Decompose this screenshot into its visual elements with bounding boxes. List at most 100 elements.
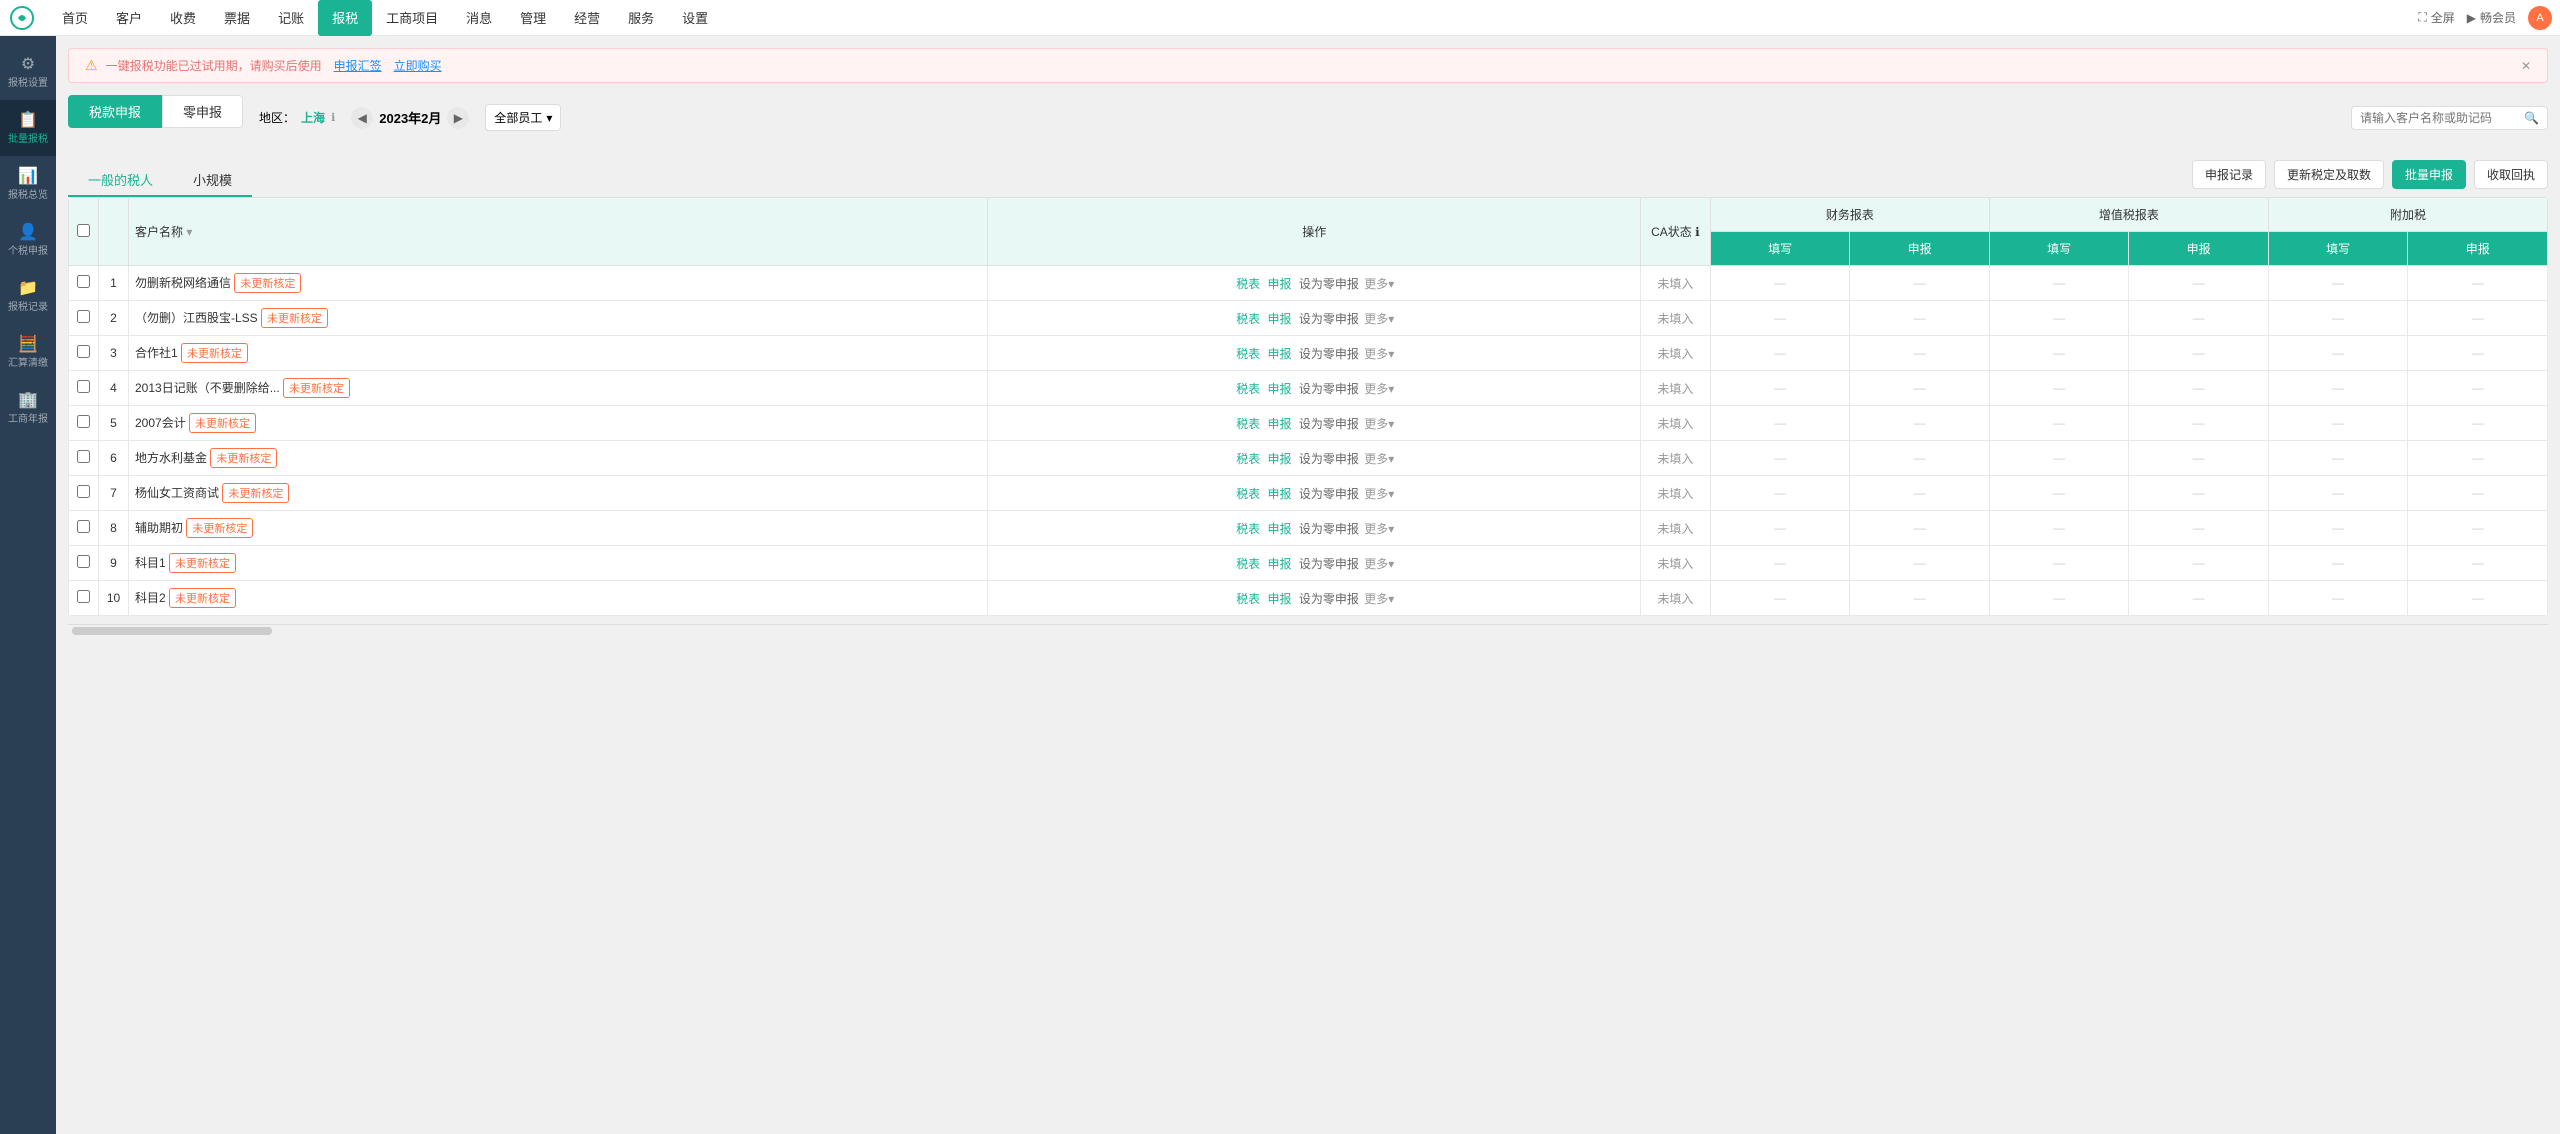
op-tax-form[interactable]: 税表 <box>1236 312 1260 326</box>
row-checkbox[interactable] <box>69 301 99 336</box>
op-set-zero[interactable]: 设为零申报 <box>1299 522 1359 536</box>
prev-month-button[interactable]: ◀ <box>351 107 373 129</box>
search-input[interactable] <box>2360 111 2520 125</box>
op-tax-form[interactable]: 税表 <box>1236 487 1260 501</box>
sidebar-item-individual-tax[interactable]: 👤 个税申报 <box>0 212 56 268</box>
search-icon[interactable]: 🔍 <box>2524 111 2539 125</box>
user-avatar[interactable]: A <box>2528 6 2552 30</box>
info-icon[interactable]: ℹ <box>331 111 335 124</box>
row-select-checkbox[interactable] <box>77 520 90 533</box>
scrollbar-thumb[interactable] <box>72 627 272 635</box>
op-tax-form[interactable]: 税表 <box>1236 557 1260 571</box>
nav-home[interactable]: 首页 <box>48 0 102 36</box>
sidebar-item-tax-records[interactable]: 📁 报税记录 <box>0 268 56 324</box>
op-declare[interactable]: 申报 <box>1268 452 1292 466</box>
op-tax-form[interactable]: 税表 <box>1236 347 1260 361</box>
op-more[interactable]: 更多▾ <box>1364 312 1394 326</box>
row-checkbox[interactable] <box>69 406 99 441</box>
batch-declare-button[interactable]: 批量申报 <box>2392 160 2466 189</box>
row-checkbox[interactable] <box>69 581 99 616</box>
row-checkbox[interactable] <box>69 476 99 511</box>
select-all-checkbox[interactable] <box>77 224 90 237</box>
op-more[interactable]: 更多▾ <box>1364 382 1394 396</box>
op-set-zero[interactable]: 设为零申报 <box>1299 592 1359 606</box>
op-declare[interactable]: 申报 <box>1268 312 1292 326</box>
retrieve-return-button[interactable]: 收取回执 <box>2474 160 2548 189</box>
nav-biz[interactable]: 工商项目 <box>372 0 452 36</box>
nav-manage[interactable]: 管理 <box>506 0 560 36</box>
row-select-checkbox[interactable] <box>77 450 90 463</box>
next-month-button[interactable]: ▶ <box>447 107 469 129</box>
op-set-zero[interactable]: 设为零申报 <box>1299 347 1359 361</box>
banner-close-button[interactable]: ✕ <box>2521 59 2531 73</box>
nav-client[interactable]: 客户 <box>102 0 156 36</box>
op-declare[interactable]: 申报 <box>1268 487 1292 501</box>
op-more[interactable]: 更多▾ <box>1364 522 1394 536</box>
nav-message[interactable]: 消息 <box>452 0 506 36</box>
row-select-checkbox[interactable] <box>77 345 90 358</box>
banner-link-declaration[interactable]: 申报汇签 <box>334 57 382 74</box>
op-more[interactable]: 更多▾ <box>1364 592 1394 606</box>
row-select-checkbox[interactable] <box>77 380 90 393</box>
tab-general-taxpayer[interactable]: 一般的税人 <box>68 164 173 197</box>
nav-fee[interactable]: 收费 <box>156 0 210 36</box>
op-set-zero[interactable]: 设为零申报 <box>1299 277 1359 291</box>
op-more[interactable]: 更多▾ <box>1364 347 1394 361</box>
op-more[interactable]: 更多▾ <box>1364 487 1394 501</box>
op-declare[interactable]: 申报 <box>1268 277 1292 291</box>
nav-settings[interactable]: 设置 <box>668 0 722 36</box>
row-select-checkbox[interactable] <box>77 590 90 603</box>
horizontal-scrollbar[interactable] <box>68 624 2548 636</box>
sidebar-item-tax-settings[interactable]: ⚙ 报税设置 <box>0 44 56 100</box>
op-set-zero[interactable]: 设为零申报 <box>1299 487 1359 501</box>
op-tax-form[interactable]: 税表 <box>1236 522 1260 536</box>
sidebar-item-tax-overview[interactable]: 📊 报税总览 <box>0 156 56 212</box>
op-declare[interactable]: 申报 <box>1268 522 1292 536</box>
nav-invoice[interactable]: 票据 <box>210 0 264 36</box>
op-declare[interactable]: 申报 <box>1268 417 1292 431</box>
op-tax-form[interactable]: 税表 <box>1236 417 1260 431</box>
op-tax-form[interactable]: 税表 <box>1236 452 1260 466</box>
fullscreen-button[interactable]: ⛶ 全屏 <box>2418 9 2454 26</box>
update-rules-button[interactable]: 更新税定及取数 <box>2274 160 2384 189</box>
region-value[interactable]: 上海 <box>301 109 325 126</box>
row-checkbox[interactable] <box>69 441 99 476</box>
op-more[interactable]: 更多▾ <box>1364 557 1394 571</box>
nav-service[interactable]: 服务 <box>614 0 668 36</box>
row-checkbox[interactable] <box>69 266 99 301</box>
row-checkbox[interactable] <box>69 371 99 406</box>
op-declare[interactable]: 申报 <box>1268 557 1292 571</box>
op-set-zero[interactable]: 设为零申报 <box>1299 557 1359 571</box>
tab-zero-declare[interactable]: 零申报 <box>162 95 243 128</box>
row-checkbox[interactable] <box>69 336 99 371</box>
op-declare[interactable]: 申报 <box>1268 382 1292 396</box>
op-declare[interactable]: 申报 <box>1268 592 1292 606</box>
nav-bookkeep[interactable]: 记账 <box>264 0 318 36</box>
sort-icon[interactable]: ▾ <box>186 225 192 239</box>
row-select-checkbox[interactable] <box>77 485 90 498</box>
op-more[interactable]: 更多▾ <box>1364 277 1394 291</box>
sidebar-item-batch-tax[interactable]: 📋 批量报税 <box>0 100 56 156</box>
row-select-checkbox[interactable] <box>77 275 90 288</box>
op-set-zero[interactable]: 设为零申报 <box>1299 382 1359 396</box>
sidebar-item-biz-annual[interactable]: 🏢 工商年报 <box>0 380 56 436</box>
declaration-record-button[interactable]: 申报记录 <box>2192 160 2266 189</box>
op-tax-form[interactable]: 税表 <box>1236 277 1260 291</box>
banner-link-purchase[interactable]: 立即购买 <box>394 57 442 74</box>
employee-select[interactable]: 全部员工 ▾ <box>485 104 561 131</box>
op-more[interactable]: 更多▾ <box>1364 417 1394 431</box>
row-select-checkbox[interactable] <box>77 555 90 568</box>
op-tax-form[interactable]: 税表 <box>1236 382 1260 396</box>
row-checkbox[interactable] <box>69 546 99 581</box>
row-checkbox[interactable] <box>69 511 99 546</box>
ca-info-icon[interactable]: ℹ <box>1695 225 1700 239</box>
row-select-checkbox[interactable] <box>77 415 90 428</box>
op-set-zero[interactable]: 设为零申报 <box>1299 417 1359 431</box>
upgrade-button[interactable]: ▶ 畅会员 <box>2467 9 2516 26</box>
row-select-checkbox[interactable] <box>77 310 90 323</box>
nav-tax[interactable]: 报税 <box>318 0 372 36</box>
tab-small-taxpayer[interactable]: 小规模 <box>173 164 252 197</box>
op-set-zero[interactable]: 设为零申报 <box>1299 312 1359 326</box>
nav-operation[interactable]: 经营 <box>560 0 614 36</box>
op-tax-form[interactable]: 税表 <box>1236 592 1260 606</box>
